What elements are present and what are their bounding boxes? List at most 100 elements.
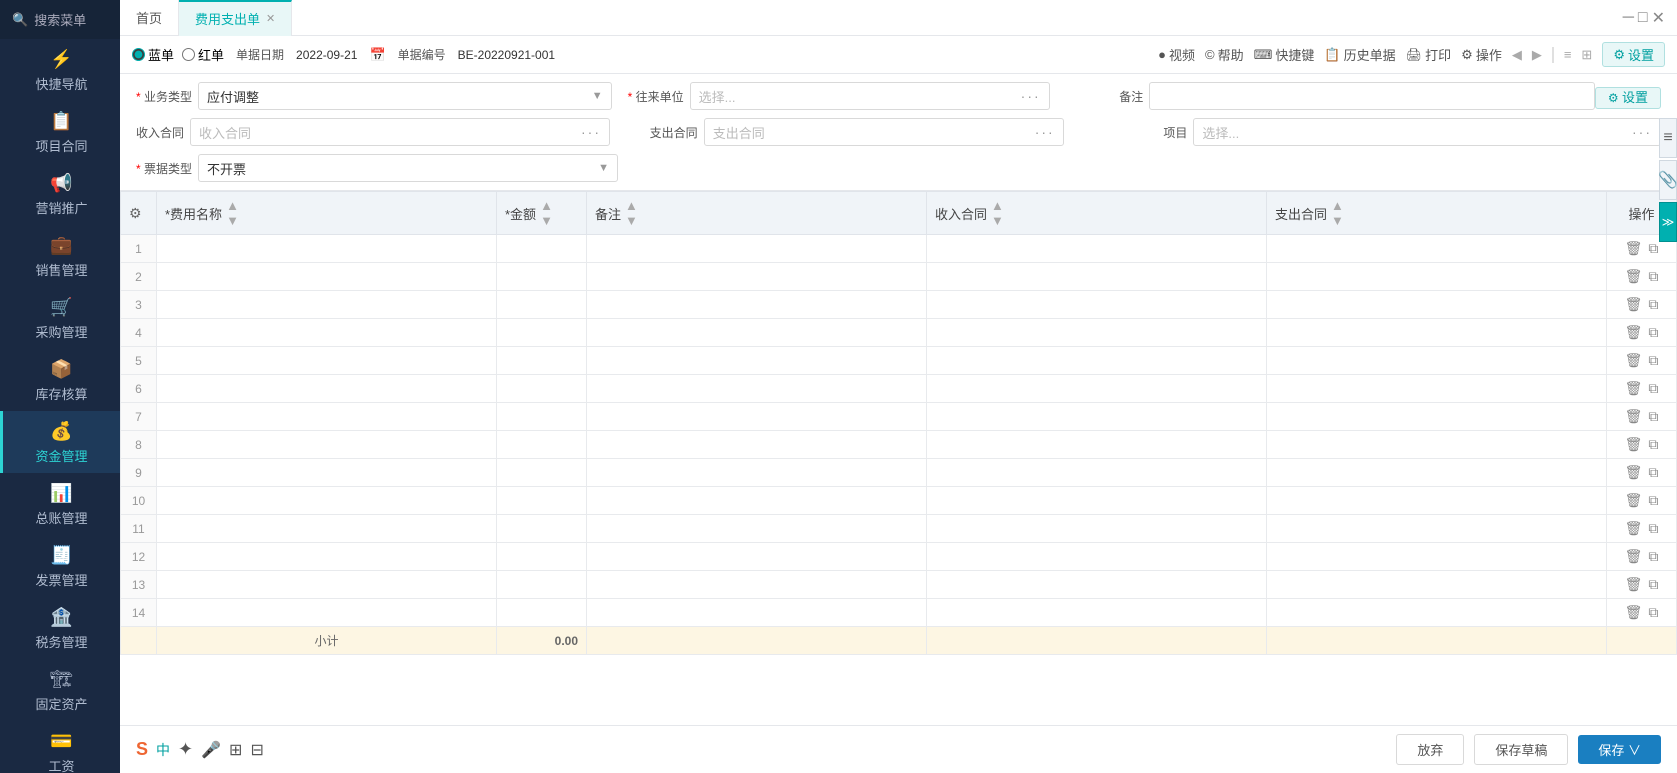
cell-expense-name-4[interactable] [157, 319, 497, 347]
table-gear-icon[interactable]: ⚙ [129, 205, 142, 221]
cell-expense-name-3[interactable] [157, 291, 497, 319]
cell-expense-contract-6[interactable] [1267, 375, 1607, 403]
sidebar-item-inventory[interactable]: 📦 库存核算 [0, 349, 120, 411]
cell-remark-9[interactable] [587, 459, 927, 487]
window-min-btn[interactable]: ─ [1623, 9, 1634, 27]
cell-remark-13[interactable] [587, 571, 927, 599]
sidebar-item-sales-mgmt[interactable]: 💼 销售管理 [0, 225, 120, 287]
cell-amount-13[interactable] [497, 571, 587, 599]
cell-expense-contract-4[interactable] [1267, 319, 1607, 347]
cell-amount-8[interactable] [497, 431, 587, 459]
cell-expense-name-1[interactable] [157, 235, 497, 263]
icon-table[interactable]: ⊞ [229, 740, 242, 760]
edge-btn-1[interactable]: ≡ [1659, 118, 1677, 158]
settings-btn-2[interactable]: ⚙ 设置 [1595, 87, 1661, 109]
cell-income-contract-3[interactable] [927, 291, 1267, 319]
delete-icon-5[interactable]: 🗑 [1625, 352, 1643, 369]
sidebar-item-marketing[interactable]: 📢 营销推广 [0, 163, 120, 225]
icon-grid[interactable]: ⊟ [250, 740, 263, 760]
delete-icon-9[interactable]: 🗑 [1625, 464, 1643, 481]
cell-expense-contract-8[interactable] [1267, 431, 1607, 459]
sidebar-item-project-contract[interactable]: 📋 项目合同 [0, 101, 120, 163]
icon-dot[interactable]: ✦ [178, 739, 193, 760]
cell-expense-name-5[interactable] [157, 347, 497, 375]
settings-btn[interactable]: ⚙ 设置 [1602, 42, 1665, 67]
save-button[interactable]: 保存 ∨ [1578, 735, 1661, 764]
cell-income-contract-11[interactable] [927, 515, 1267, 543]
cell-amount-5[interactable] [497, 347, 587, 375]
delete-icon-13[interactable]: 🗑 [1625, 576, 1643, 593]
copy-icon-12[interactable]: ⧉ [1648, 548, 1658, 565]
cell-income-contract-6[interactable] [927, 375, 1267, 403]
delete-icon-6[interactable]: 🗑 [1625, 380, 1643, 397]
cell-expense-contract-12[interactable] [1267, 543, 1607, 571]
window-max-btn[interactable]: □ [1638, 9, 1648, 27]
cell-expense-contract-9[interactable] [1267, 459, 1607, 487]
delete-icon-2[interactable]: 🗑 [1625, 268, 1643, 285]
income-contract-input[interactable]: 收入合同 ··· [190, 118, 610, 146]
cell-amount-2[interactable] [497, 263, 587, 291]
window-close-btn[interactable]: ✕ [1652, 8, 1665, 28]
cell-expense-name-9[interactable] [157, 459, 497, 487]
delete-icon-12[interactable]: 🗑 [1625, 548, 1643, 565]
icon-mic[interactable]: 🎤 [201, 740, 221, 760]
cell-income-contract-5[interactable] [927, 347, 1267, 375]
copy-icon-4[interactable]: ⧉ [1648, 324, 1658, 341]
cell-expense-contract-5[interactable] [1267, 347, 1607, 375]
edge-btn-3[interactable]: ≫ [1659, 202, 1677, 242]
cell-remark-2[interactable] [587, 263, 927, 291]
delete-icon-1[interactable]: 🗑 [1625, 240, 1643, 257]
delete-icon-14[interactable]: 🗑 [1625, 604, 1643, 621]
cell-income-contract-7[interactable] [927, 403, 1267, 431]
cell-remark-8[interactable] [587, 431, 927, 459]
cell-remark-10[interactable] [587, 487, 927, 515]
cell-amount-10[interactable] [497, 487, 587, 515]
cell-amount-14[interactable] [497, 599, 587, 627]
cell-income-contract-8[interactable] [927, 431, 1267, 459]
calendar-icon[interactable]: 📅 [369, 47, 385, 63]
copy-icon-8[interactable]: ⧉ [1648, 436, 1658, 453]
cell-expense-contract-11[interactable] [1267, 515, 1607, 543]
copy-icon-13[interactable]: ⧉ [1648, 576, 1658, 593]
cell-amount-9[interactable] [497, 459, 587, 487]
delete-icon-7[interactable]: 🗑 [1625, 408, 1643, 425]
cell-income-contract-13[interactable] [927, 571, 1267, 599]
cell-amount-6[interactable] [497, 375, 587, 403]
cell-amount-12[interactable] [497, 543, 587, 571]
tab-expense-form[interactable]: 费用支出单✕ [179, 0, 292, 36]
copy-icon-1[interactable]: ⧉ [1648, 240, 1658, 257]
biz-type-input[interactable]: 应付调整 ▼ [198, 82, 612, 110]
cell-expense-name-12[interactable] [157, 543, 497, 571]
cell-income-contract-9[interactable] [927, 459, 1267, 487]
cell-expense-contract-7[interactable] [1267, 403, 1607, 431]
cell-expense-name-13[interactable] [157, 571, 497, 599]
copy-icon-10[interactable]: ⧉ [1648, 492, 1658, 509]
copy-icon-11[interactable]: ⧉ [1648, 520, 1658, 537]
cell-remark-14[interactable] [587, 599, 927, 627]
cell-expense-contract-13[interactable] [1267, 571, 1607, 599]
cell-remark-7[interactable] [587, 403, 927, 431]
cell-remark-11[interactable] [587, 515, 927, 543]
copy-icon-5[interactable]: ⧉ [1648, 352, 1658, 369]
red-single-radio[interactable]: 红单 [182, 45, 224, 64]
sidebar-item-invoice-mgmt[interactable]: 🧾 发票管理 [0, 535, 120, 597]
cell-amount-11[interactable] [497, 515, 587, 543]
copy-icon-6[interactable]: ⧉ [1648, 380, 1658, 397]
cell-expense-contract-2[interactable] [1267, 263, 1607, 291]
copy-icon-2[interactable]: ⧉ [1648, 268, 1658, 285]
discard-button[interactable]: 放弃 [1396, 734, 1464, 765]
copy-icon-3[interactable]: ⧉ [1648, 296, 1658, 313]
tab-close-expense-form[interactable]: ✕ [266, 12, 275, 25]
cell-income-contract-2[interactable] [927, 263, 1267, 291]
help-btn[interactable]: © 帮助 [1205, 45, 1244, 64]
cell-remark-4[interactable] [587, 319, 927, 347]
delete-icon-11[interactable]: 🗑 [1625, 520, 1643, 537]
project-input[interactable]: 选择... ··· [1193, 118, 1661, 146]
video-btn[interactable]: ● 视频 [1158, 45, 1195, 64]
copy-icon-14[interactable]: ⧉ [1648, 604, 1658, 621]
cell-income-contract-12[interactable] [927, 543, 1267, 571]
cell-income-contract-10[interactable] [927, 487, 1267, 515]
partner-input[interactable]: 选择... ··· [690, 82, 1050, 110]
delete-icon-8[interactable]: 🗑 [1625, 436, 1643, 453]
shortcuts-btn[interactable]: ⌨ 快捷键 [1254, 45, 1315, 64]
